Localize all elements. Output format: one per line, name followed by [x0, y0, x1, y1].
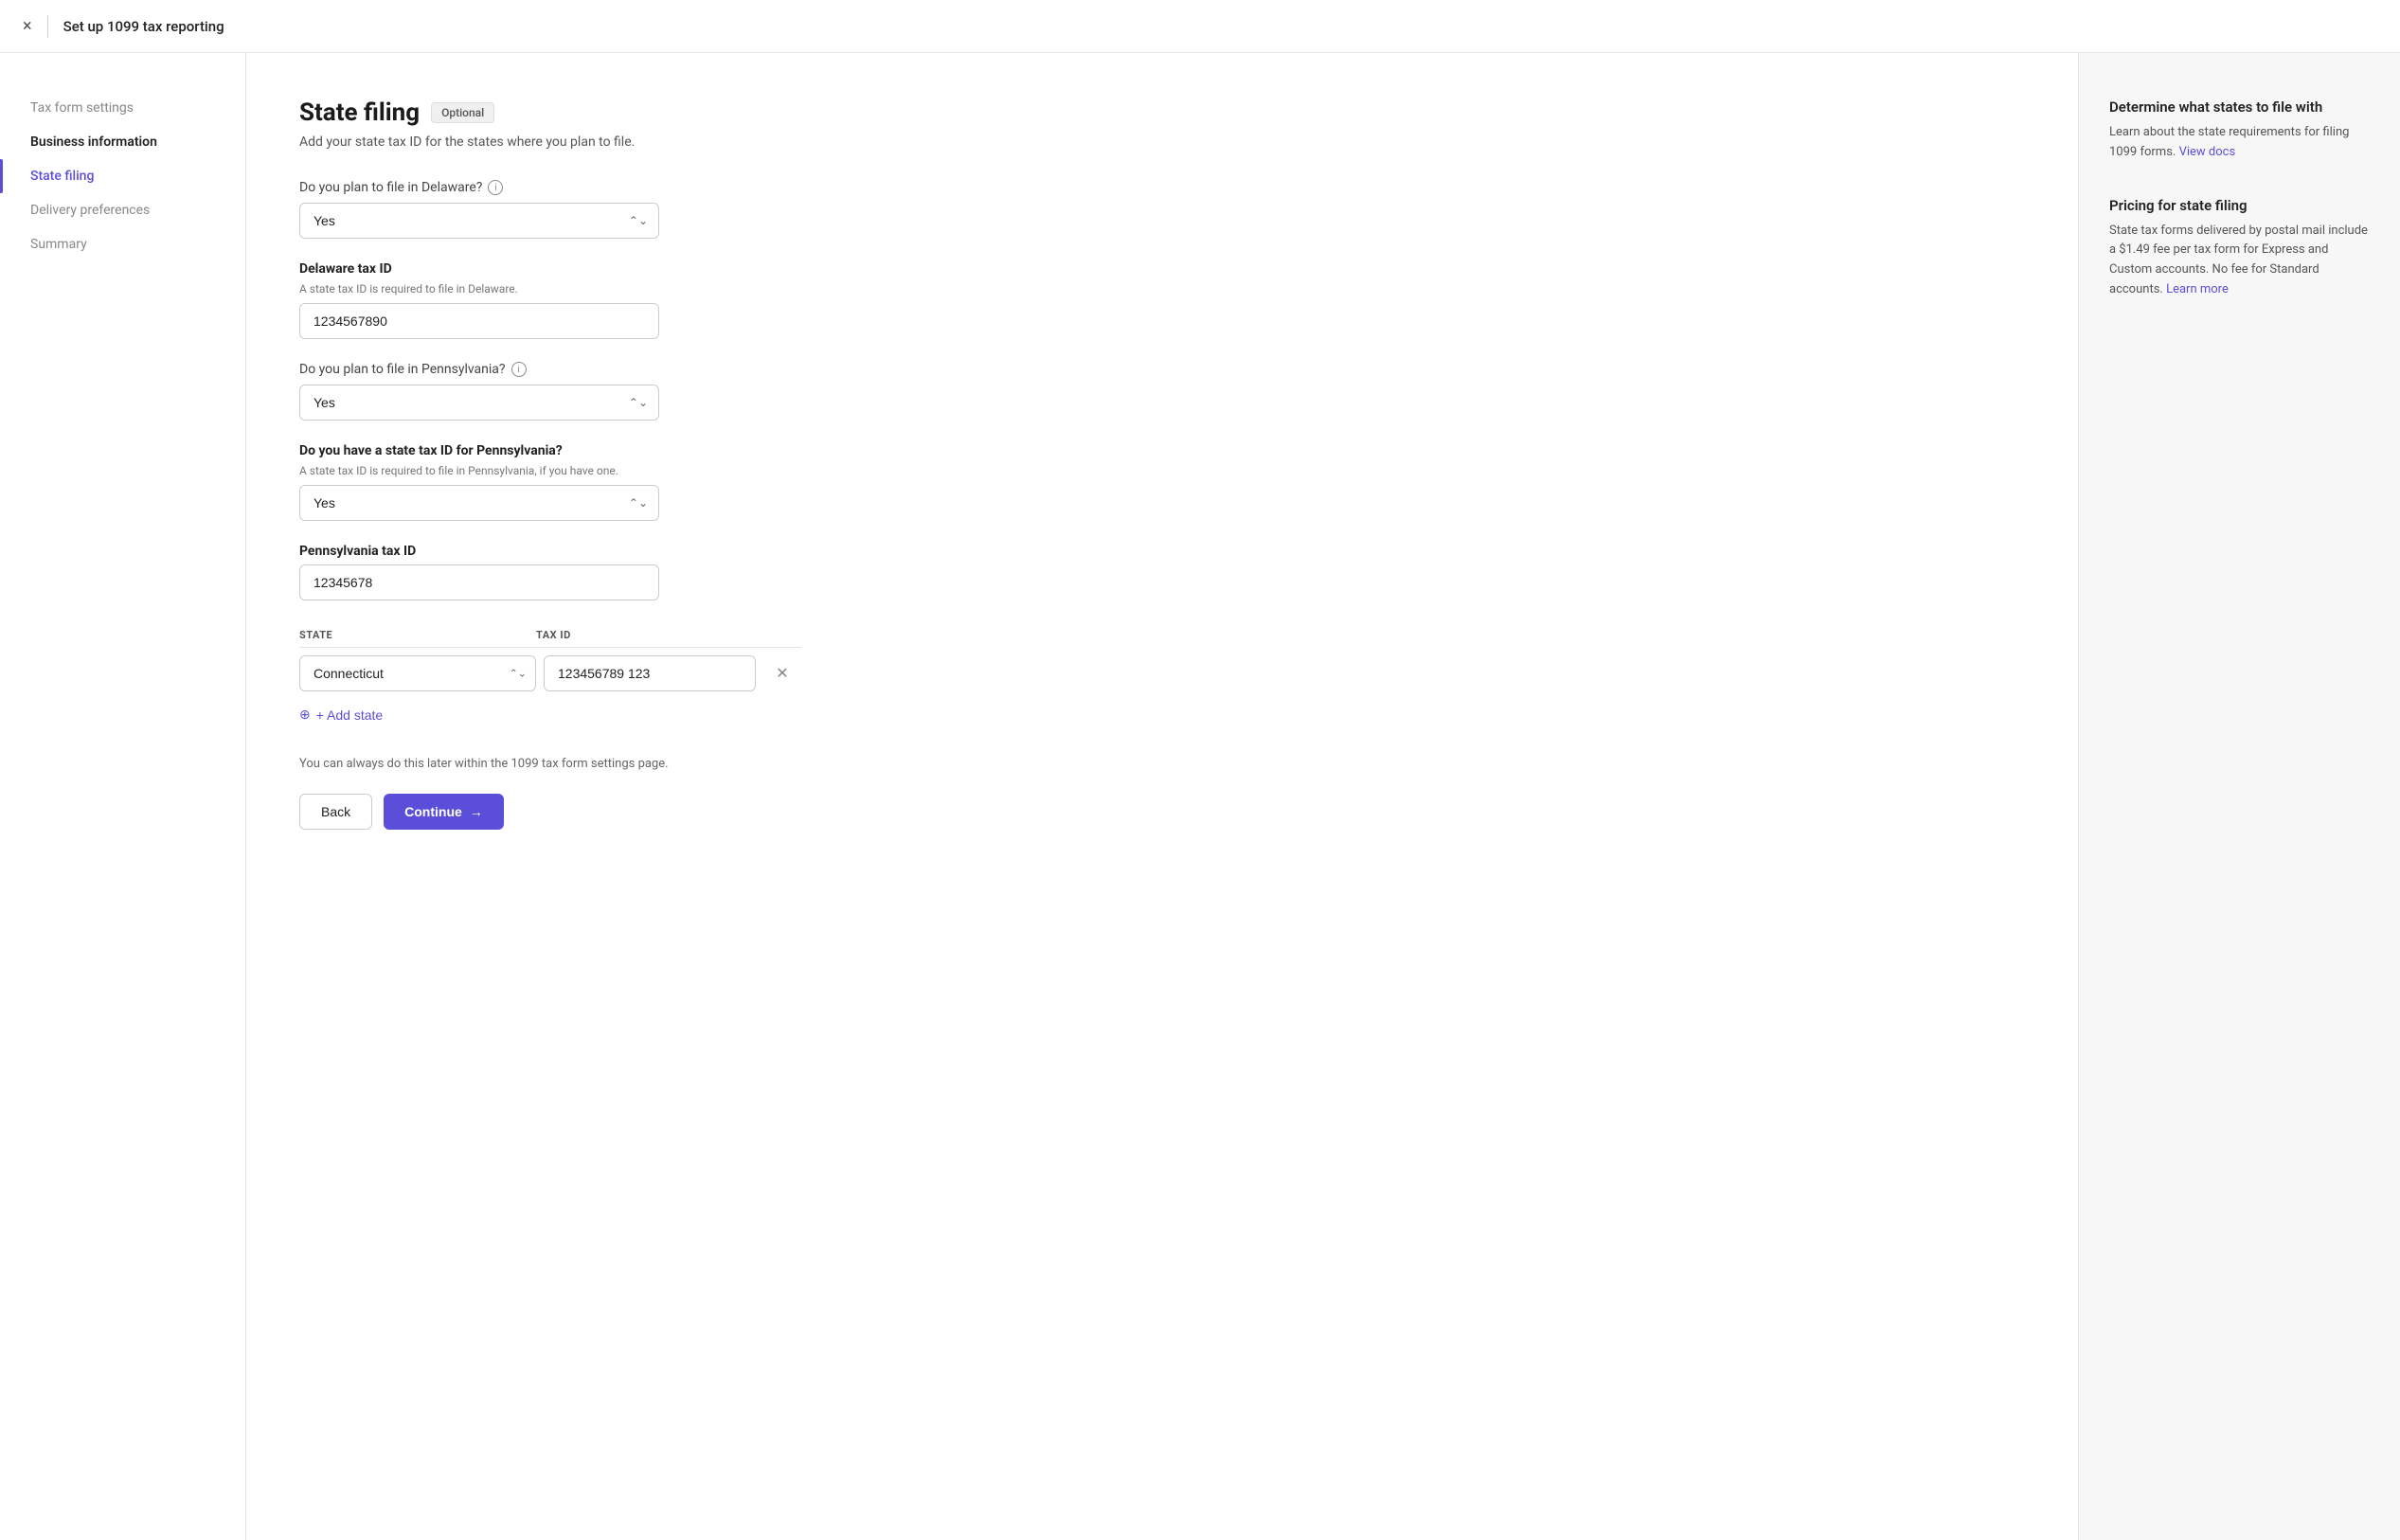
pennsylvania-info-icon[interactable]: i: [511, 362, 527, 377]
add-state-label: + Add state: [316, 707, 383, 723]
panel-section-2: Pricing for state filing State tax forms…: [2109, 197, 2370, 300]
delaware-select-wrapper: Yes No ⌃⌄: [299, 203, 659, 239]
title-row: State filing Optional: [299, 98, 2025, 127]
pa-taxid-group: Pennsylvania tax ID: [299, 544, 2025, 600]
right-panel: Determine what states to file with Learn…: [2078, 53, 2400, 1540]
delaware-info-icon[interactable]: i: [488, 180, 503, 195]
panel-section1-text: Learn about the state requirements for f…: [2109, 123, 2370, 163]
sidebar-item-state-filing[interactable]: State filing: [0, 159, 245, 193]
state-table: STATE TAX ID Connecticut Alabama Alaska …: [299, 623, 801, 691]
pennsylvania-plan-select[interactable]: Yes No: [299, 385, 659, 421]
delaware-question-group: Do you plan to file in Delaware? i Yes N…: [299, 180, 2025, 239]
view-docs-link[interactable]: View docs: [2179, 145, 2236, 159]
delaware-taxid-label: Delaware tax ID: [299, 261, 2025, 277]
layout: Tax form settings Business information S…: [0, 53, 2400, 1540]
back-button[interactable]: Back: [299, 794, 372, 830]
sidebar-item-delivery-preferences[interactable]: Delivery preferences: [0, 193, 245, 227]
optional-badge: Optional: [431, 102, 494, 123]
remove-state-button[interactable]: ✕: [763, 660, 801, 687]
header-divider: [47, 15, 48, 38]
sidebar: Tax form settings Business information S…: [0, 53, 246, 1540]
delaware-taxid-sublabel: A state tax ID is required to file in De…: [299, 282, 2025, 295]
pa-state-taxid-sublabel: A state tax ID is required to file in Pe…: [299, 464, 2025, 477]
page-title: State filing: [299, 98, 420, 127]
pa-taxid-label: Pennsylvania tax ID: [299, 544, 2025, 559]
panel-section2-text: State tax forms delivered by postal mail…: [2109, 222, 2370, 300]
delaware-taxid-group: Delaware tax ID A state tax ID is requir…: [299, 261, 2025, 339]
state-select[interactable]: Connecticut Alabama Alaska Arizona Arkan…: [299, 655, 536, 691]
pa-state-taxid-question-label: Do you have a state tax ID for Pennsylva…: [299, 443, 2025, 458]
state-taxid-input[interactable]: [544, 655, 756, 691]
pennsylvania-select-wrapper: Yes No ⌃⌄: [299, 385, 659, 421]
delaware-plan-select[interactable]: Yes No: [299, 203, 659, 239]
delaware-taxid-input[interactable]: [299, 303, 659, 339]
table-row: Connecticut Alabama Alaska Arizona Arkan…: [299, 655, 801, 691]
table-header: STATE TAX ID: [299, 623, 801, 648]
header: × Set up 1099 tax reporting: [0, 0, 2400, 53]
col-header-taxid: TAX ID: [536, 629, 801, 641]
pa-state-taxid-select[interactable]: Yes No: [299, 485, 659, 521]
add-state-icon: ⊕: [299, 707, 311, 723]
learn-more-link[interactable]: Learn more: [2166, 282, 2229, 296]
main-content: State filing Optional Add your state tax…: [246, 53, 2078, 1540]
pa-state-taxid-question-group: Do you have a state tax ID for Pennsylva…: [299, 443, 2025, 521]
pa-taxid-input[interactable]: [299, 564, 659, 600]
sidebar-item-summary[interactable]: Summary: [0, 227, 245, 261]
panel-section1-title: Determine what states to file with: [2109, 98, 2370, 116]
continue-label: Continue: [404, 804, 462, 819]
sidebar-item-business-information[interactable]: Business information: [0, 125, 245, 159]
continue-button[interactable]: Continue →: [384, 794, 504, 830]
col-header-state: STATE: [299, 629, 536, 641]
pennsylvania-question-group: Do you plan to file in Pennsylvania? i Y…: [299, 362, 2025, 421]
panel-section2-title: Pricing for state filing: [2109, 197, 2370, 214]
continue-arrow: →: [470, 804, 483, 819]
sidebar-item-tax-form-settings[interactable]: Tax form settings: [0, 91, 245, 125]
page-subtitle: Add your state tax ID for the states whe…: [299, 134, 2025, 150]
pa-state-taxid-select-wrapper: Yes No ⌃⌄: [299, 485, 659, 521]
state-select-wrapper: Connecticut Alabama Alaska Arizona Arkan…: [299, 655, 536, 691]
pennsylvania-question-label: Do you plan to file in Pennsylvania? i: [299, 362, 2025, 377]
delaware-question-label: Do you plan to file in Delaware? i: [299, 180, 2025, 195]
panel-section-1: Determine what states to file with Learn…: [2109, 98, 2370, 163]
footer-note: You can always do this later within the …: [299, 757, 2025, 771]
add-state-button[interactable]: ⊕ + Add state: [299, 703, 383, 726]
close-icon[interactable]: ×: [23, 18, 32, 35]
header-title: Set up 1099 tax reporting: [63, 18, 224, 35]
button-row: Back Continue →: [299, 794, 2025, 830]
